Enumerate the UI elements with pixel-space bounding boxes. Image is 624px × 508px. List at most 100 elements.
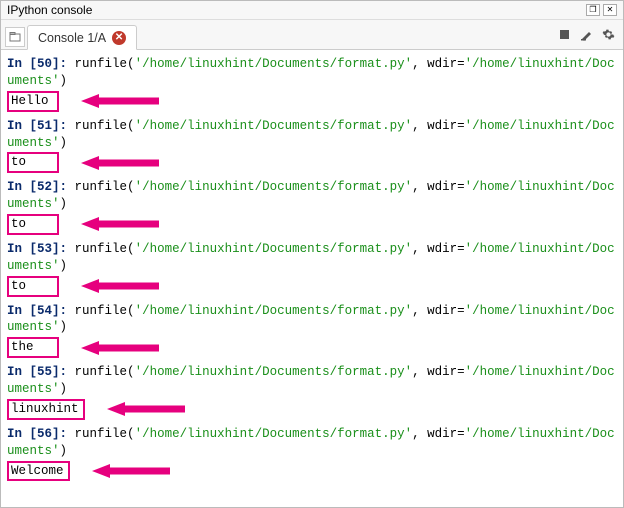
in-close: ]: (52, 57, 75, 71)
in-keyword: In [ (7, 427, 37, 441)
output-box: to (7, 214, 59, 235)
console-entry: In [55]: runfile('/home/linuxhint/Docume… (7, 364, 619, 420)
prompt-line: In [52]: runfile('/home/linuxhint/Docume… (7, 179, 619, 213)
call-close: ) (60, 320, 68, 334)
toolbar-right (557, 28, 619, 42)
wdir-key: , wdir= (412, 119, 465, 133)
clear-icon[interactable] (579, 28, 593, 42)
output-box: linuxhint (7, 399, 85, 420)
runfile-call: runfile( (75, 119, 135, 133)
call-close: ) (60, 444, 68, 458)
call-close: ) (60, 136, 68, 150)
output-row: Hello (7, 91, 619, 112)
ipython-console-panel: IPython console ❐ ✕ Console 1/A ✕ In [50… (0, 0, 624, 508)
console-entry: In [56]: runfile('/home/linuxhint/Docume… (7, 426, 619, 482)
script-path: '/home/linuxhint/Documents/format.py' (135, 365, 413, 379)
script-path: '/home/linuxhint/Documents/format.py' (135, 242, 413, 256)
output-box: to (7, 276, 59, 297)
console-entry: In [52]: runfile('/home/linuxhint/Docume… (7, 179, 619, 235)
in-keyword: In [ (7, 242, 37, 256)
folder-tab-icon (9, 31, 21, 43)
in-number: 53 (37, 242, 52, 256)
call-close: ) (60, 197, 68, 211)
runfile-call: runfile( (75, 242, 135, 256)
script-path: '/home/linuxhint/Documents/format.py' (135, 304, 413, 318)
runfile-call: runfile( (75, 304, 135, 318)
in-number: 56 (37, 427, 52, 441)
call-close: ) (60, 74, 68, 88)
in-close: ]: (52, 242, 75, 256)
console-tabbar: Console 1/A ✕ (1, 20, 623, 50)
tab-close-button[interactable]: ✕ (112, 31, 126, 45)
runfile-call: runfile( (75, 427, 135, 441)
output-row: the (7, 337, 619, 358)
stop-icon[interactable] (557, 28, 571, 42)
script-path: '/home/linuxhint/Documents/format.py' (135, 180, 413, 194)
wdir-key: , wdir= (412, 242, 465, 256)
console-titlebar: IPython console ❐ ✕ (1, 1, 623, 20)
script-path: '/home/linuxhint/Documents/format.py' (135, 119, 413, 133)
in-number: 51 (37, 119, 52, 133)
in-number: 55 (37, 365, 52, 379)
in-keyword: In [ (7, 57, 37, 71)
output-row: to (7, 152, 619, 173)
console-entry: In [50]: runfile('/home/linuxhint/Docume… (7, 56, 619, 112)
prompt-line: In [53]: runfile('/home/linuxhint/Docume… (7, 241, 619, 275)
prompt-line: In [55]: runfile('/home/linuxhint/Docume… (7, 364, 619, 398)
annotation-arrow-icon (92, 463, 170, 479)
output-box: Hello (7, 91, 59, 112)
annotation-arrow-icon (107, 401, 185, 417)
annotation-arrow-icon (81, 216, 159, 232)
window-buttons: ❐ ✕ (586, 4, 617, 16)
wdir-key: , wdir= (412, 180, 465, 194)
in-keyword: In [ (7, 365, 37, 379)
output-row: to (7, 276, 619, 297)
in-keyword: In [ (7, 304, 37, 318)
runfile-call: runfile( (75, 365, 135, 379)
in-keyword: In [ (7, 119, 37, 133)
output-box: Welcome (7, 461, 70, 482)
console-entry: In [51]: runfile('/home/linuxhint/Docume… (7, 118, 619, 174)
close-icon[interactable]: ✕ (603, 4, 617, 16)
prompt-line: In [56]: runfile('/home/linuxhint/Docume… (7, 426, 619, 460)
wdir-key: , wdir= (412, 304, 465, 318)
options-gear-icon[interactable] (601, 28, 615, 42)
annotation-arrow-icon (81, 155, 159, 171)
wdir-key: , wdir= (412, 57, 465, 71)
wdir-key: , wdir= (412, 365, 465, 379)
prompt-line: In [51]: runfile('/home/linuxhint/Docume… (7, 118, 619, 152)
prompt-line: In [54]: runfile('/home/linuxhint/Docume… (7, 303, 619, 337)
annotation-arrow-icon (81, 340, 159, 356)
in-number: 52 (37, 180, 52, 194)
script-path: '/home/linuxhint/Documents/format.py' (135, 57, 413, 71)
annotation-arrow-icon (81, 278, 159, 294)
tab-console-1a[interactable]: Console 1/A ✕ (27, 25, 137, 50)
in-keyword: In [ (7, 180, 37, 194)
in-number: 50 (37, 57, 52, 71)
output-box: the (7, 337, 59, 358)
in-close: ]: (52, 304, 75, 318)
wdir-key: , wdir= (412, 427, 465, 441)
in-close: ]: (52, 427, 75, 441)
call-close: ) (60, 382, 68, 396)
browse-tabs-button[interactable] (5, 27, 25, 47)
in-close: ]: (52, 365, 75, 379)
output-row: Welcome (7, 461, 619, 482)
restore-icon[interactable]: ❐ (586, 4, 600, 16)
call-close: ) (60, 259, 68, 273)
console-entry: In [53]: runfile('/home/linuxhint/Docume… (7, 241, 619, 297)
output-row: to (7, 214, 619, 235)
runfile-call: runfile( (75, 57, 135, 71)
console-title: IPython console (7, 3, 92, 17)
console-entry: In [54]: runfile('/home/linuxhint/Docume… (7, 303, 619, 359)
output-box: to (7, 152, 59, 173)
annotation-arrow-icon (81, 93, 159, 109)
script-path: '/home/linuxhint/Documents/format.py' (135, 427, 413, 441)
prompt-line: In [50]: runfile('/home/linuxhint/Docume… (7, 56, 619, 90)
output-row: linuxhint (7, 399, 619, 420)
tab-label: Console 1/A (38, 31, 106, 45)
runfile-call: runfile( (75, 180, 135, 194)
in-close: ]: (52, 180, 75, 194)
console-output-area[interactable]: In [50]: runfile('/home/linuxhint/Docume… (1, 50, 623, 507)
in-number: 54 (37, 304, 52, 318)
